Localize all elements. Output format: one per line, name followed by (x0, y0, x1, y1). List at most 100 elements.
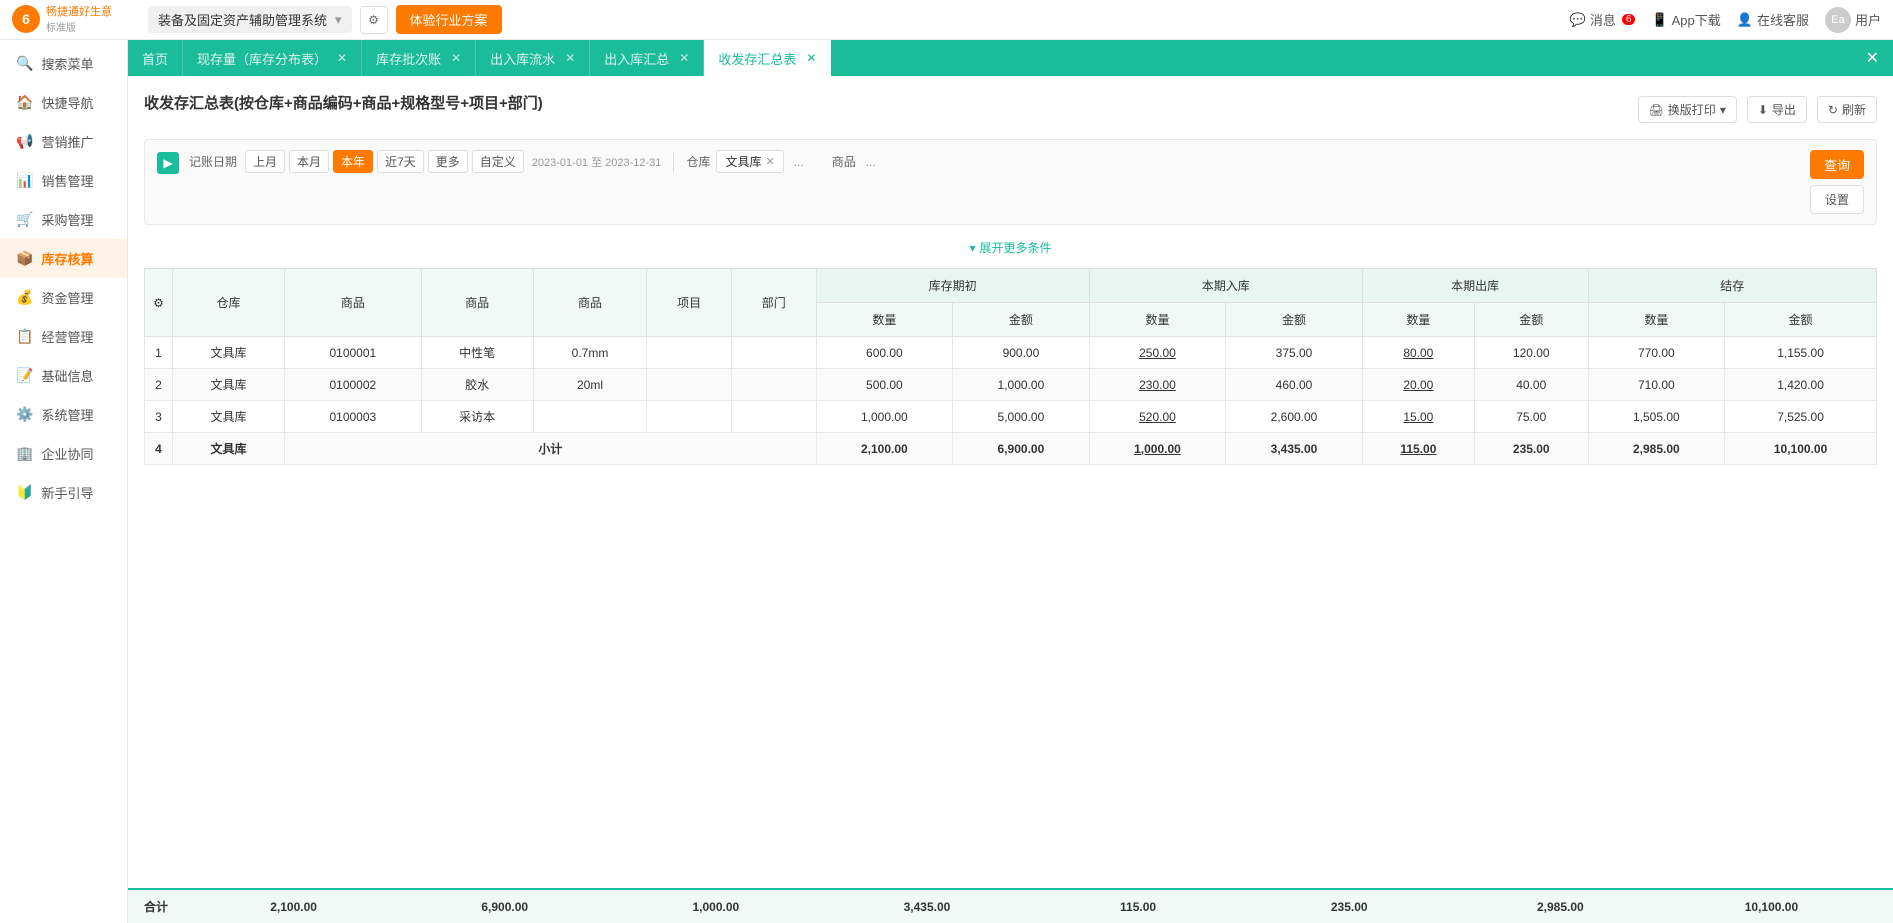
service-icon: 👤 (1737, 12, 1753, 28)
date-btn-this-year[interactable]: 本年 (333, 150, 373, 173)
tab-summary[interactable]: 出入库汇总 ✕ (590, 40, 704, 76)
subtotal-out-amt: 235.00 (1474, 433, 1588, 465)
date-btn-more[interactable]: 更多 (428, 150, 468, 173)
tab-close-summary[interactable]: ✕ (679, 51, 689, 65)
date-btn-last-month[interactable]: 上月 (245, 150, 285, 173)
query-button[interactable]: 查询 (1810, 150, 1864, 179)
total-label: 合计 (144, 898, 168, 915)
app-download-button[interactable]: 📱 App下载 (1651, 10, 1720, 29)
row-no: 3 (145, 401, 173, 433)
gear-button[interactable]: ⚙ (360, 6, 388, 34)
filter-divider (673, 152, 674, 172)
subtotal-opening-amt: 6,900.00 (953, 433, 1090, 465)
logo-area: 6 畅捷通好生意 标准版 (12, 5, 140, 34)
message-button[interactable]: 💬 消息 6 (1570, 10, 1636, 29)
warehouse-more[interactable]: ... (794, 155, 804, 169)
date-btn-custom[interactable]: 自定义 (472, 150, 524, 173)
filter-toggle-button[interactable]: ▶ (157, 152, 179, 174)
sidebar-item-system[interactable]: ⚙️ 系统管理 (0, 395, 127, 434)
col-goods-spec-header: 商品 (533, 269, 647, 337)
row-out-qty[interactable]: 80.00 (1362, 337, 1474, 369)
warehouse-filter: 仓库 文具库 ✕ ... (686, 150, 807, 173)
download-icon: 📱 (1651, 12, 1667, 28)
col-balance-header: 结存 (1588, 269, 1876, 303)
subtotal-balance-amt: 10,100.00 (1725, 433, 1877, 465)
sidebar-item-inventory[interactable]: 📦 库存核算 (0, 239, 127, 278)
sidebar-item-purchase[interactable]: 🛒 采购管理 (0, 200, 127, 239)
row-warehouse: 文具库 (173, 337, 285, 369)
tab-close-inventory-dist[interactable]: ✕ (337, 51, 347, 65)
online-service-button[interactable]: 👤 在线客服 (1737, 10, 1809, 29)
row-in-qty[interactable]: 230.00 (1089, 369, 1226, 401)
row-goods-code: 0100001 (285, 337, 422, 369)
setting-button[interactable]: 设置 (1810, 185, 1864, 214)
goods-filter: 商品 ... (832, 153, 880, 170)
row-in-amt: 375.00 (1226, 337, 1363, 369)
user-button[interactable]: Ea 用户 (1825, 7, 1881, 33)
row-opening-qty: 600.00 (816, 337, 953, 369)
print-button[interactable]: 🖨 换版打印 ▾ (1638, 96, 1737, 123)
refresh-button[interactable]: ↻ 刷新 (1817, 96, 1877, 123)
goods-more[interactable]: ... (866, 155, 876, 169)
sidebar-item-finance[interactable]: 💰 资金管理 (0, 278, 127, 317)
row-in-qty[interactable]: 520.00 (1089, 401, 1226, 433)
warehouse-tag-close[interactable]: ✕ (765, 155, 774, 168)
tab-recv-summary[interactable]: 收发存汇总表 ✕ (704, 40, 831, 76)
sidebar-item-basic[interactable]: 📝 基础信息 (0, 356, 127, 395)
tab-flow[interactable]: 出入库流水 ✕ (476, 40, 590, 76)
expand-more-button[interactable]: ▾ 展开更多条件 (144, 235, 1877, 260)
row-out-qty[interactable]: 15.00 (1362, 401, 1474, 433)
message-badge: 6 (1622, 14, 1636, 25)
row-opening-qty: 500.00 (816, 369, 953, 401)
col-goods-name-header: 商品 (421, 269, 533, 337)
row-in-qty[interactable]: 250.00 (1089, 337, 1226, 369)
tab-close-recv-summary[interactable]: ✕ (806, 51, 816, 65)
sidebar-item-enterprise[interactable]: 🏢 企业协同 (0, 434, 127, 473)
chevron-down-icon: ▾ (1720, 103, 1726, 117)
search-icon: 🔍 (16, 55, 33, 72)
row-balance-amt: 7,525.00 (1725, 401, 1877, 433)
date-btn-this-month[interactable]: 本月 (289, 150, 329, 173)
col-project-header: 项目 (647, 269, 732, 337)
filter-row: 记账日期 上月 本月 本年 近7天 更多 自定义 2023-01-01 至 20… (189, 150, 1800, 173)
tab-inventory-dist[interactable]: 现存量（库存分布表） ✕ (183, 40, 362, 76)
export-button[interactable]: ⬇ 导出 (1747, 96, 1807, 123)
tab-batch[interactable]: 库存批次账 ✕ (362, 40, 476, 76)
tab-close-flow[interactable]: ✕ (565, 51, 575, 65)
row-balance-qty: 710.00 (1588, 369, 1725, 401)
subtotal-out-qty[interactable]: 115.00 (1362, 433, 1474, 465)
row-goods-name: 胶水 (421, 369, 533, 401)
system-title[interactable]: 装备及固定资产辅助管理系统 ▾ (148, 6, 352, 33)
tab-bar-close-button[interactable]: ✕ (1852, 48, 1893, 68)
subtotal-in-qty[interactable]: 1,000.00 (1089, 433, 1226, 465)
row-goods-spec: 0.7mm (533, 337, 647, 369)
warehouse-tag[interactable]: 文具库 ✕ (716, 150, 783, 173)
total-balance-amt: 10,100.00 (1666, 900, 1877, 914)
date-label: 记账日期 (189, 153, 237, 170)
avatar: Ea (1825, 7, 1851, 33)
subtotal-warehouse: 文具库 (173, 433, 285, 465)
main-content: 首页 现存量（库存分布表） ✕ 库存批次账 ✕ 出入库流水 ✕ 出入库汇总 ✕ … (128, 40, 1893, 923)
sidebar-item-operation[interactable]: 📋 经营管理 (0, 317, 127, 356)
sidebar-item-guide[interactable]: 🔰 新手引导 (0, 473, 127, 512)
row-opening-amt: 1,000.00 (953, 369, 1090, 401)
date-range: 2023-01-01 至 2023-12-31 (532, 154, 662, 170)
tab-close-batch[interactable]: ✕ (451, 51, 461, 65)
sidebar-item-marketing[interactable]: 📢 营销推广 (0, 122, 127, 161)
row-out-qty[interactable]: 20.00 (1362, 369, 1474, 401)
sales-icon: 📊 (16, 172, 33, 189)
sidebar-item-search[interactable]: 🔍 搜索菜单 (0, 44, 127, 83)
inventory-icon: 📦 (16, 250, 33, 267)
guide-icon: 🔰 (16, 484, 33, 501)
content-area: 收发存汇总表(按仓库+商品编码+商品+规格型号+项目+部门) 🖨 换版打印 ▾ … (128, 76, 1893, 888)
sidebar-item-quick[interactable]: 🏠 快捷导航 (0, 83, 127, 122)
col-in-header: 本期入库 (1089, 269, 1362, 303)
trial-button[interactable]: 体验行业方案 (396, 5, 502, 34)
tab-home[interactable]: 首页 (128, 40, 183, 76)
table-row: 1 文具库 0100001 中性笔 0.7mm 600.00 900.00 25… (145, 337, 1877, 369)
date-btn-7days[interactable]: 近7天 (377, 150, 424, 173)
row-balance-qty: 1,505.00 (1588, 401, 1725, 433)
subtotal-no: 4 (145, 433, 173, 465)
col-settings[interactable]: ⚙ (145, 269, 173, 337)
sidebar-item-sales[interactable]: 📊 销售管理 (0, 161, 127, 200)
